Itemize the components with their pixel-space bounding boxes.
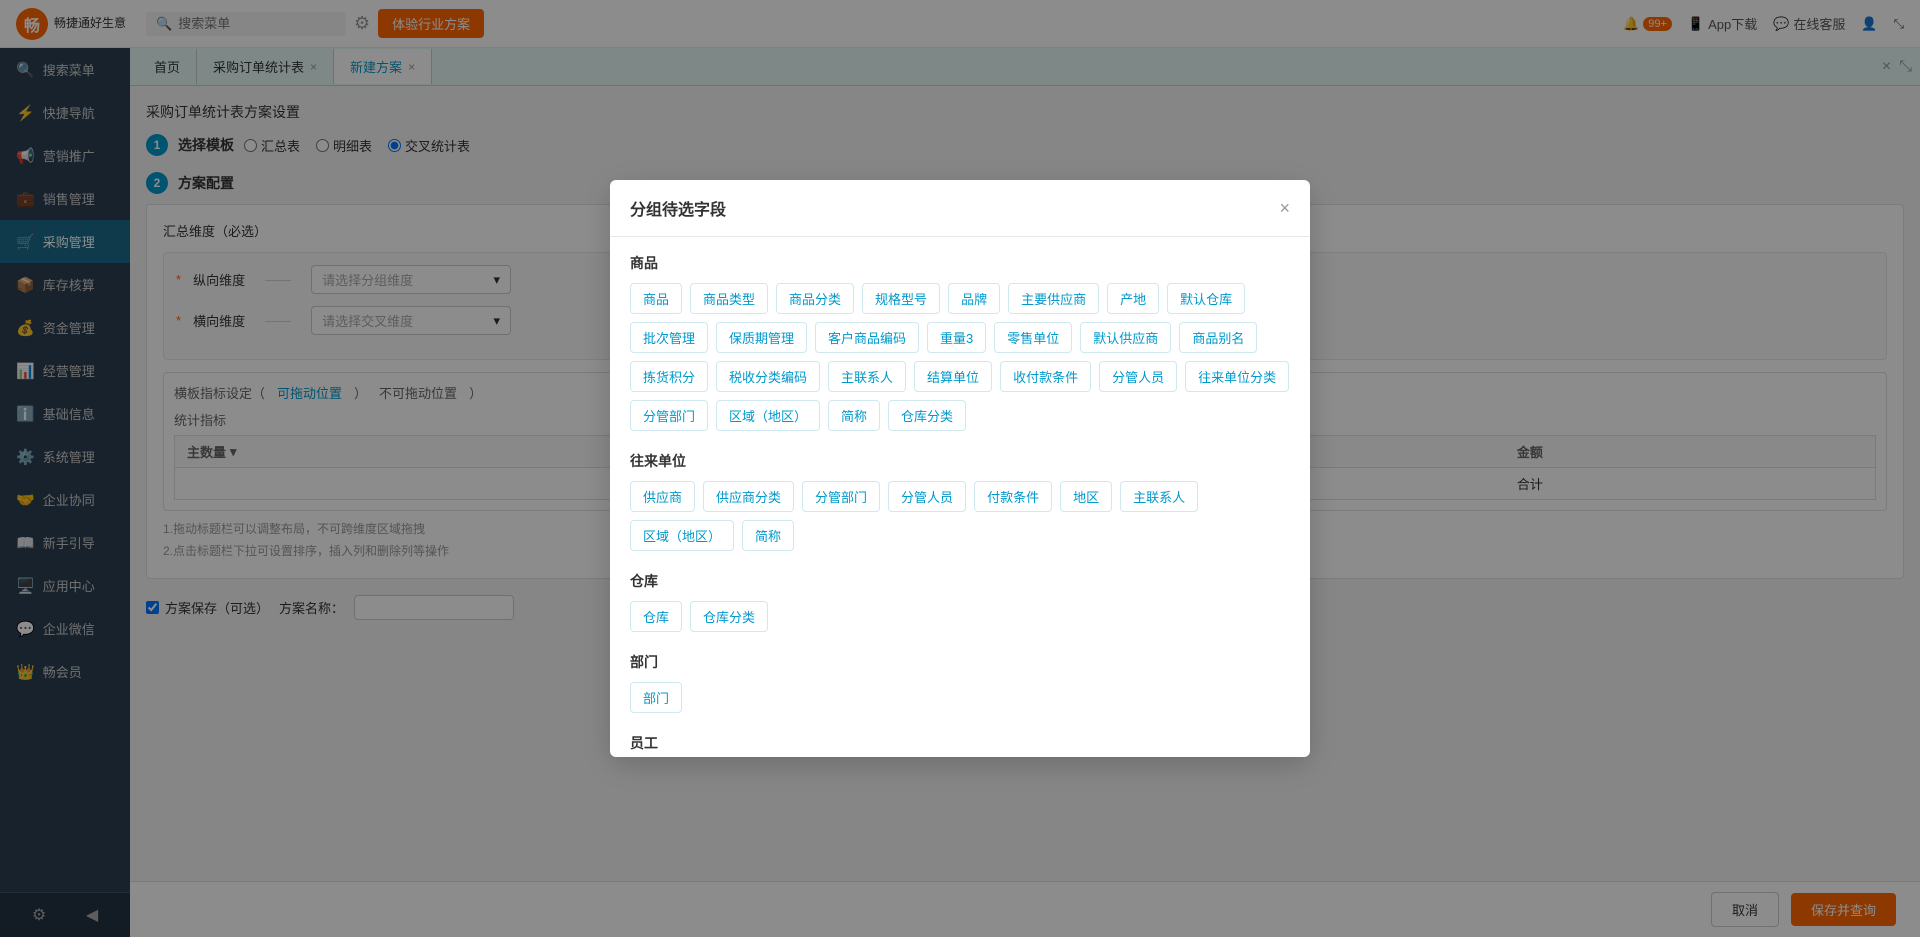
- field-chip-0-23[interactable]: 区域（地区）: [716, 400, 820, 431]
- field-chip-0-15[interactable]: 拣货积分: [630, 361, 708, 392]
- field-chip-1-5[interactable]: 地区: [1060, 481, 1112, 512]
- field-chip-1-4[interactable]: 付款条件: [974, 481, 1052, 512]
- field-chip-2-0[interactable]: 仓库: [630, 601, 682, 632]
- modal-close-btn[interactable]: ×: [1279, 198, 1290, 219]
- field-chip-0-12[interactable]: 零售单位: [994, 322, 1072, 353]
- field-group-title-2: 仓库: [630, 571, 1290, 591]
- field-chip-0-7[interactable]: 默认仓库: [1167, 283, 1245, 314]
- modal-header: 分组待选字段 ×: [610, 180, 1310, 237]
- field-chip-0-0[interactable]: 商品: [630, 283, 682, 314]
- field-chip-0-1[interactable]: 商品类型: [690, 283, 768, 314]
- field-group-title-0: 商品: [630, 253, 1290, 273]
- field-chip-0-25[interactable]: 仓库分类: [888, 400, 966, 431]
- field-chips-0: 商品商品类型商品分类规格型号品牌主要供应商产地默认仓库批次管理保质期管理客户商品…: [630, 283, 1290, 431]
- field-chip-1-8[interactable]: 简称: [742, 520, 794, 551]
- field-chip-1-2[interactable]: 分管部门: [802, 481, 880, 512]
- field-chip-0-5[interactable]: 主要供应商: [1008, 283, 1099, 314]
- field-group-4: 员工业务员: [630, 733, 1290, 757]
- field-chip-0-3[interactable]: 规格型号: [862, 283, 940, 314]
- field-group-title-3: 部门: [630, 652, 1290, 672]
- modal-body: 商品商品商品类型商品分类规格型号品牌主要供应商产地默认仓库批次管理保质期管理客户…: [610, 237, 1310, 757]
- field-chip-0-22[interactable]: 分管部门: [630, 400, 708, 431]
- field-chips-3: 部门: [630, 682, 1290, 713]
- field-chip-0-17[interactable]: 主联系人: [828, 361, 906, 392]
- field-chip-0-16[interactable]: 税收分类编码: [716, 361, 820, 392]
- field-group-3: 部门部门: [630, 652, 1290, 713]
- field-chips-2: 仓库仓库分类: [630, 601, 1290, 632]
- field-chips-1: 供应商供应商分类分管部门分管人员付款条件地区主联系人区域（地区） 简称: [630, 481, 1290, 551]
- field-chip-0-6[interactable]: 产地: [1107, 283, 1159, 314]
- field-chip-0-13[interactable]: 默认供应商: [1080, 322, 1171, 353]
- field-group-2: 仓库仓库仓库分类: [630, 571, 1290, 632]
- modal-dialog: 分组待选字段 × 商品商品商品类型商品分类规格型号品牌主要供应商产地默认仓库批次…: [610, 180, 1310, 757]
- field-chip-0-11[interactable]: 重量3: [927, 322, 986, 353]
- field-chip-0-4[interactable]: 品牌: [948, 283, 1000, 314]
- field-group-0: 商品商品商品类型商品分类规格型号品牌主要供应商产地默认仓库批次管理保质期管理客户…: [630, 253, 1290, 431]
- field-chip-0-10[interactable]: 客户商品编码: [815, 322, 919, 353]
- field-chip-0-20[interactable]: 分管人员: [1099, 361, 1177, 392]
- field-group-1: 往来单位供应商供应商分类分管部门分管人员付款条件地区主联系人区域（地区） 简称: [630, 451, 1290, 551]
- field-chip-0-21[interactable]: 往来单位分类: [1185, 361, 1289, 392]
- field-chip-0-18[interactable]: 结算单位: [914, 361, 992, 392]
- field-chip-0-2[interactable]: 商品分类: [776, 283, 854, 314]
- modal-title: 分组待选字段: [630, 196, 726, 220]
- modal-overlay: 分组待选字段 × 商品商品商品类型商品分类规格型号品牌主要供应商产地默认仓库批次…: [0, 0, 1920, 937]
- field-chip-0-14[interactable]: 商品别名: [1179, 322, 1257, 353]
- field-group-title-1: 往来单位: [630, 451, 1290, 471]
- field-chip-1-3[interactable]: 分管人员: [888, 481, 966, 512]
- field-chip-3-0[interactable]: 部门: [630, 682, 682, 713]
- field-chip-0-9[interactable]: 保质期管理: [716, 322, 807, 353]
- field-group-title-4: 员工: [630, 733, 1290, 753]
- field-chip-1-6[interactable]: 主联系人: [1120, 481, 1198, 512]
- field-chip-0-19[interactable]: 收付款条件: [1000, 361, 1091, 392]
- field-chip-1-1[interactable]: 供应商分类: [703, 481, 794, 512]
- field-chip-1-0[interactable]: 供应商: [630, 481, 695, 512]
- field-chip-0-24[interactable]: 简称: [828, 400, 880, 431]
- field-chip-0-8[interactable]: 批次管理: [630, 322, 708, 353]
- field-chip-2-1[interactable]: 仓库分类: [690, 601, 768, 632]
- field-chip-1-7[interactable]: 区域（地区）: [630, 520, 734, 551]
